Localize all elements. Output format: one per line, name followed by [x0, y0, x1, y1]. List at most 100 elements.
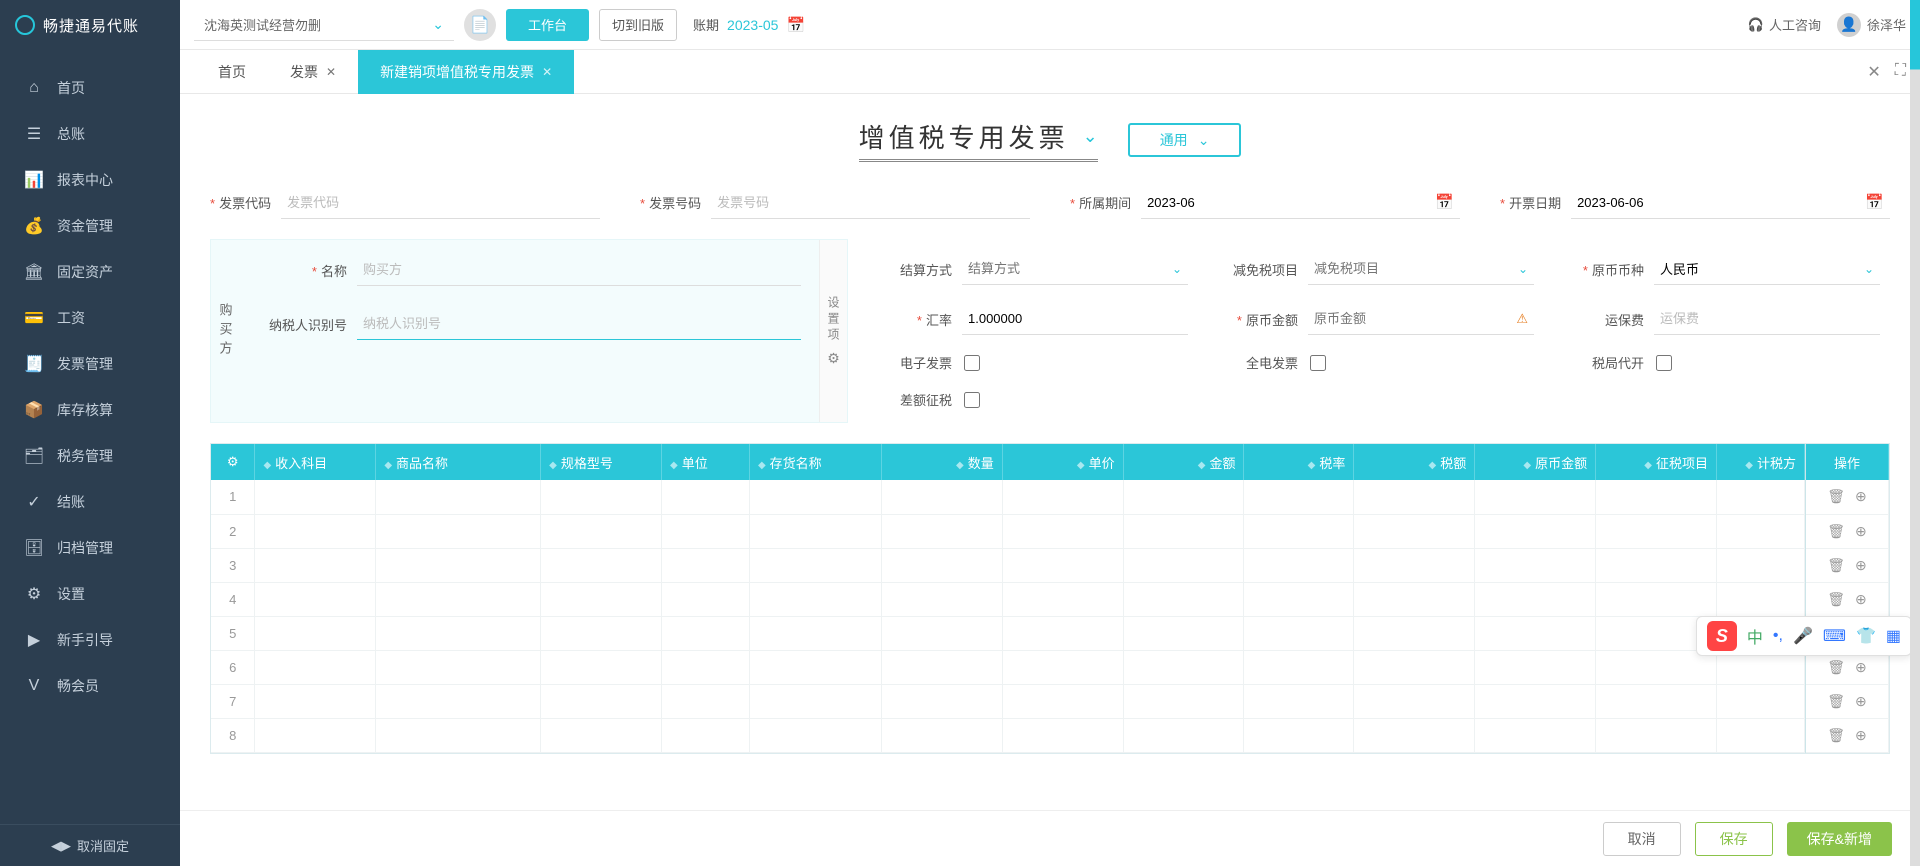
- agency-checkbox[interactable]: [1656, 355, 1672, 371]
- col-8[interactable]: ◆税率: [1244, 444, 1354, 480]
- delete-row-icon[interactable]: 🗑: [1827, 693, 1845, 710]
- nav-item-4[interactable]: 🏛固定资产: [0, 249, 180, 295]
- delete-row-icon[interactable]: 🗑: [1827, 488, 1845, 505]
- invoice-no-input[interactable]: [711, 187, 1030, 219]
- col-9[interactable]: ◆税额: [1354, 444, 1475, 480]
- col-7[interactable]: ◆金额: [1123, 444, 1244, 480]
- table-row[interactable]: 2: [211, 514, 1805, 548]
- table-row[interactable]: 1: [211, 480, 1805, 514]
- table-row[interactable]: 6: [211, 650, 1805, 684]
- date-input[interactable]: [1571, 186, 1859, 218]
- orig-amount-input[interactable]: ⚠: [1308, 303, 1534, 335]
- nav-item-13[interactable]: V畅会员: [0, 663, 180, 709]
- delete-row-icon[interactable]: 🗑: [1827, 659, 1845, 676]
- delete-row-icon[interactable]: 🗑: [1827, 557, 1845, 574]
- nav-item-12[interactable]: ▶新手引导: [0, 617, 180, 663]
- user-menu[interactable]: 👤 徐泽华: [1837, 13, 1906, 37]
- add-row-icon[interactable]: ⊕: [1855, 557, 1867, 574]
- add-row-icon[interactable]: ⊕: [1855, 591, 1867, 608]
- table-row[interactable]: 7: [211, 684, 1805, 718]
- rate-input[interactable]: [962, 303, 1188, 335]
- delete-row-icon[interactable]: 🗑: [1827, 727, 1845, 744]
- calendar-icon[interactable]: 📅: [1429, 193, 1460, 211]
- ime-lang[interactable]: 中: [1747, 624, 1763, 648]
- col-0[interactable]: ◆收入科目: [255, 444, 376, 480]
- ime-punct-icon[interactable]: •,: [1773, 627, 1783, 645]
- switch-old-button[interactable]: 切到旧版: [599, 9, 677, 41]
- settle-select[interactable]: ⌄: [962, 253, 1188, 285]
- add-row-icon[interactable]: ⊕: [1855, 523, 1867, 540]
- workbench-button[interactable]: 工作台: [506, 9, 589, 41]
- fullscreen-icon[interactable]: ⛶: [1895, 62, 1906, 82]
- company-select[interactable]: 沈海英测试经营勿删 ⌄: [194, 9, 454, 41]
- col-2[interactable]: ◆规格型号: [541, 444, 662, 480]
- close-icon[interactable]: ✕: [326, 65, 336, 79]
- currency-select[interactable]: ⌄: [1654, 253, 1880, 285]
- sort-icon: ◆: [1523, 460, 1531, 471]
- add-row-icon[interactable]: ⊕: [1855, 693, 1867, 710]
- ime-voice-icon[interactable]: 🎤: [1793, 626, 1813, 646]
- delete-row-icon[interactable]: 🗑: [1827, 591, 1845, 608]
- nav-item-1[interactable]: ☰总账: [0, 111, 180, 157]
- table-row[interactable]: 5: [211, 616, 1805, 650]
- sort-icon: ◆: [1429, 460, 1437, 471]
- invoice-code-input[interactable]: [281, 187, 600, 219]
- consult-button[interactable]: 🎧 人工咨询: [1748, 15, 1821, 34]
- period-input[interactable]: [1141, 186, 1429, 218]
- col-4[interactable]: ◆存货名称: [749, 444, 881, 480]
- add-row-icon[interactable]: ⊕: [1855, 659, 1867, 676]
- doc-button[interactable]: 📄: [464, 9, 496, 41]
- ime-toolbar[interactable]: S 中 •, 🎤 ⌨ 👕 ▦: [1696, 616, 1912, 656]
- delete-row-icon[interactable]: 🗑: [1827, 523, 1845, 540]
- einvoice-checkbox[interactable]: [964, 355, 980, 371]
- ime-keyboard-icon[interactable]: ⌨: [1823, 626, 1846, 646]
- buyer-settings[interactable]: 设置项 ⚙: [819, 240, 847, 422]
- nav-item-10[interactable]: 🗄归档管理: [0, 525, 180, 571]
- freight-input[interactable]: [1654, 303, 1880, 335]
- table-row[interactable]: 8: [211, 718, 1805, 752]
- diff-tax-checkbox[interactable]: [964, 392, 980, 408]
- add-row-icon[interactable]: ⊕: [1855, 488, 1867, 505]
- reduce-select[interactable]: ⌄: [1308, 253, 1534, 285]
- buyer-taxid-input[interactable]: [357, 308, 801, 340]
- nav-item-3[interactable]: 💰资金管理: [0, 203, 180, 249]
- tab-1[interactable]: 发票✕: [268, 50, 358, 94]
- nav-item-7[interactable]: 📦库存核算: [0, 387, 180, 433]
- col-11[interactable]: ◆征税项目: [1596, 444, 1717, 480]
- close-icon[interactable]: ✕: [542, 65, 552, 79]
- tab-2[interactable]: 新建销项增值税专用发票✕: [358, 50, 574, 94]
- full-invoice-checkbox[interactable]: [1310, 355, 1326, 371]
- cancel-button[interactable]: 取消: [1603, 822, 1681, 856]
- table-row[interactable]: 3: [211, 548, 1805, 582]
- buyer-name-input[interactable]: [357, 254, 801, 286]
- gear-column[interactable]: ⚙: [211, 444, 255, 480]
- scrollbar[interactable]: [1910, 0, 1920, 866]
- col-12[interactable]: ◆计税方: [1716, 444, 1804, 480]
- calendar-icon[interactable]: 📅: [1859, 193, 1890, 211]
- add-row-icon[interactable]: ⊕: [1855, 727, 1867, 744]
- col-1[interactable]: ◆商品名称: [376, 444, 541, 480]
- col-3[interactable]: ◆单位: [662, 444, 750, 480]
- table-row[interactable]: 4: [211, 582, 1805, 616]
- nav-item-5[interactable]: 💳工资: [0, 295, 180, 341]
- tab-0[interactable]: 首页: [196, 50, 268, 94]
- nav-item-6[interactable]: 🧾发票管理: [0, 341, 180, 387]
- sidebar-unpin[interactable]: ◀▶ 取消固定: [0, 824, 180, 866]
- nav-item-0[interactable]: ⌂首页: [0, 65, 180, 111]
- nav-item-8[interactable]: 🗂税务管理: [0, 433, 180, 479]
- nav-item-9[interactable]: ✓结账: [0, 479, 180, 525]
- close-all-icon[interactable]: ✕: [1867, 62, 1880, 82]
- save-button[interactable]: 保存: [1695, 822, 1773, 856]
- period-value[interactable]: 2023-05: [727, 17, 778, 33]
- mode-select[interactable]: 通用 ⌄: [1128, 123, 1242, 157]
- ime-grid-icon[interactable]: ▦: [1886, 626, 1901, 646]
- col-5[interactable]: ◆数量: [881, 444, 1002, 480]
- calendar-icon[interactable]: 📅: [786, 16, 805, 34]
- col-10[interactable]: ◆原币金额: [1475, 444, 1596, 480]
- ime-skin-icon[interactable]: 👕: [1856, 626, 1876, 646]
- invoice-type-dropdown-icon[interactable]: ⌄: [1083, 126, 1098, 147]
- col-6[interactable]: ◆单价: [1002, 444, 1123, 480]
- nav-item-11[interactable]: ⚙设置: [0, 571, 180, 617]
- save-new-button[interactable]: 保存&新增: [1787, 822, 1892, 856]
- nav-item-2[interactable]: 📊报表中心: [0, 157, 180, 203]
